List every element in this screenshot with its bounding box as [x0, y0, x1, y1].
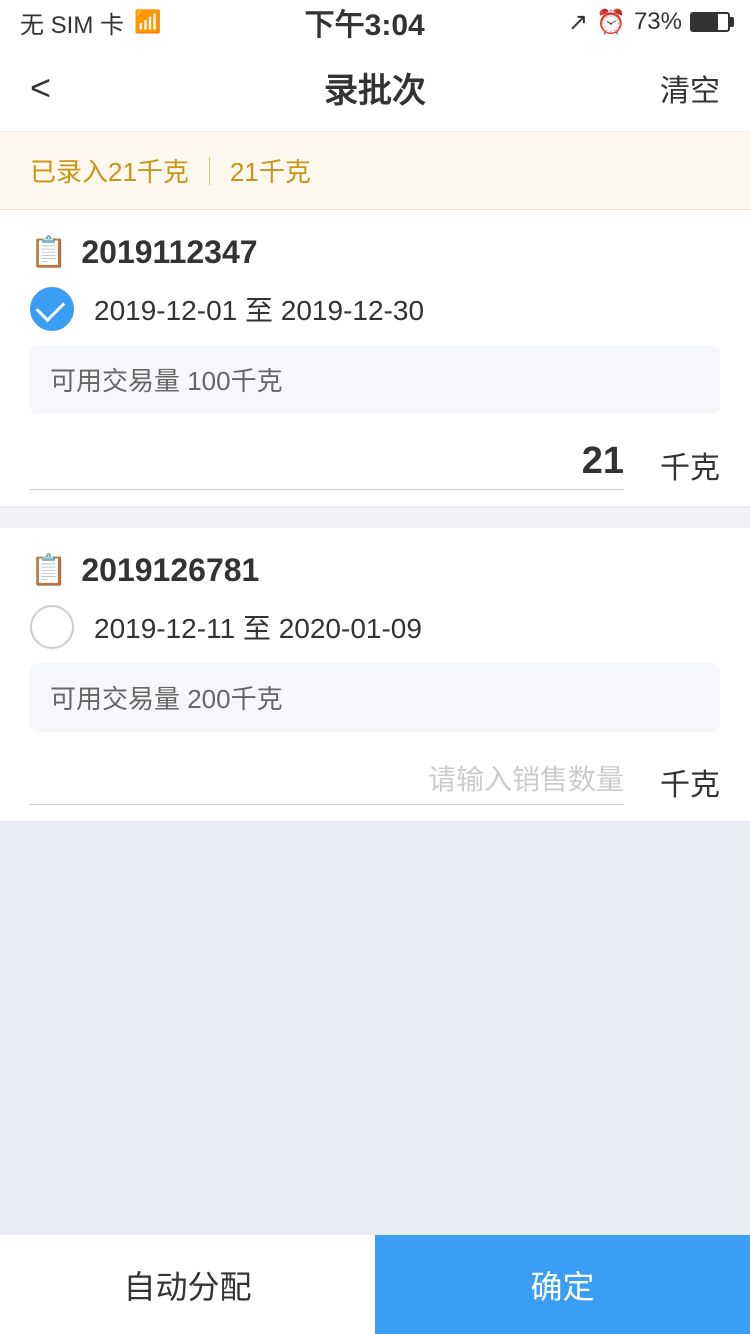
location-icon: ↗ [568, 8, 588, 37]
nav-bar: < 录批次 清空 [0, 44, 750, 132]
status-left: 无 SIM 卡 📶 [20, 5, 161, 40]
batch-id-1: 2019112347 [81, 234, 257, 271]
batch-card-2: 📋 2019126781 2019-12-11 至 2020-01-09 可用交… [0, 528, 750, 821]
batch-date-2: 2019-12-11 至 2020-01-09 [94, 607, 422, 647]
batch-row-2[interactable]: 2019-12-11 至 2020-01-09 [0, 599, 750, 659]
info-banner: 已录入21千克 21千克 [0, 132, 750, 210]
qty-input-2[interactable]: 请输入销售数量 [30, 758, 624, 805]
batch-date-1: 2019-12-01 至 2019-12-30 [94, 289, 424, 329]
recorded-amount: 已录入21千克 [30, 152, 189, 189]
batch-icon-1: 📋 [30, 235, 67, 270]
confirm-button[interactable]: 确定 [375, 1235, 750, 1334]
batch-avail-1: 可用交易量 100千克 [30, 345, 720, 414]
page-title: 录批次 [324, 63, 426, 112]
qty-input-1[interactable]: 21 [30, 440, 624, 490]
alarm-icon: ⏰ [596, 8, 626, 37]
status-bar: 无 SIM 卡 📶 下午3:04 ↗ ⏰ 73% [0, 0, 750, 44]
battery-icon [690, 12, 730, 32]
carrier-label: 无 SIM 卡 [20, 5, 124, 40]
bottom-bar: 自动分配 确定 [0, 1234, 750, 1334]
banner-divider [209, 157, 210, 185]
wifi-icon: 📶 [134, 9, 161, 35]
batch-card-1: 📋 2019112347 2019-12-01 至 2019-12-30 可用交… [0, 210, 750, 506]
battery-percent: 73% [634, 8, 682, 36]
radio-unselected-2[interactable] [30, 605, 74, 649]
back-button[interactable]: < [30, 67, 90, 109]
clear-button[interactable]: 清空 [660, 66, 720, 110]
auto-distribute-button[interactable]: 自动分配 [0, 1235, 375, 1334]
bottom-spacer [0, 823, 750, 1243]
batch-avail-2: 可用交易量 200千克 [30, 663, 720, 732]
qty-unit-2: 千克 [660, 760, 720, 804]
batch-header-1: 📋 2019112347 [0, 210, 750, 281]
gap-1 [0, 508, 750, 528]
radio-selected-1[interactable] [30, 287, 74, 331]
status-time: 下午3:04 [305, 0, 425, 44]
batch-header-2: 📋 2019126781 [0, 528, 750, 599]
status-right: ↗ ⏰ 73% [568, 8, 730, 37]
qty-placeholder-2: 请输入销售数量 [428, 758, 624, 798]
qty-value-1: 21 [582, 440, 624, 483]
content-area: 已录入21千克 21千克 📋 2019112347 2019-12-01 至 2… [0, 132, 750, 1243]
qty-row-1: 21 千克 [0, 424, 750, 506]
batch-icon-2: 📋 [30, 553, 67, 588]
qty-row-2: 请输入销售数量 千克 [0, 742, 750, 821]
batch-row-1[interactable]: 2019-12-01 至 2019-12-30 [0, 281, 750, 341]
amount-value: 21千克 [230, 152, 311, 189]
qty-unit-1: 千克 [660, 443, 720, 487]
batch-id-2: 2019126781 [81, 552, 259, 589]
